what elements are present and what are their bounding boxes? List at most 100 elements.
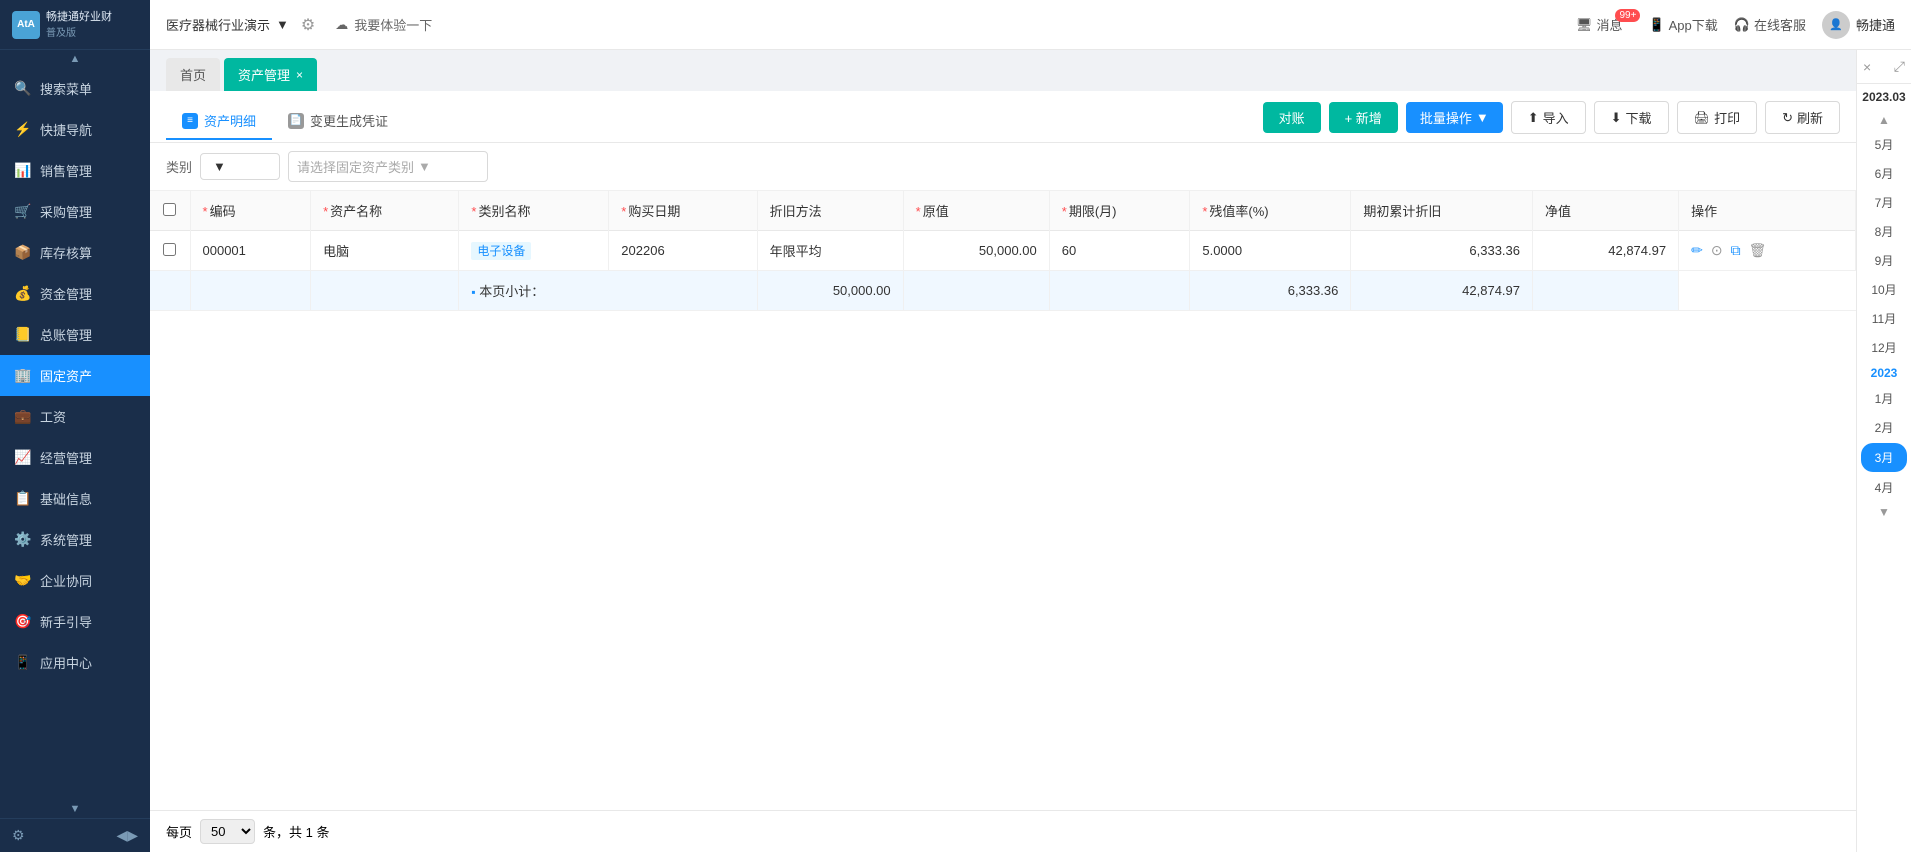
header-depreciation-method: 折旧方法 [757,191,903,231]
sidebar-item-sales[interactable]: 📊 销售管理 [0,150,150,191]
sidebar-item-guide[interactable]: 🎯 新手引导 [0,601,150,642]
topbar: 医疗器械行业演示 ▼ ⚙ ☁ 我要体验一下 🖥 消息 99+ 📱 App下载 🎧… [150,0,1911,50]
subtotal-label: ▪ 本页小计： [459,271,757,311]
settings-icon[interactable]: ⚙ [12,827,25,844]
delete-icon[interactable]: 🗑 [1749,242,1767,259]
month-9[interactable]: 9月 [1857,246,1911,275]
experience-link[interactable]: ☁ 我要体验一下 [335,15,432,34]
subtotal-row: ▪ 本页小计： 50,000.00 6,333.36 42,874.97 [150,271,1856,311]
sidebar-item-appcenter[interactable]: 📱 应用中心 [0,642,150,683]
sidebar-label-funds: 资金管理 [40,284,92,303]
refresh-label: 刷新 [1797,108,1823,127]
sidebar-item-operations[interactable]: 📈 经营管理 [0,437,150,478]
per-page-label: 每页 [166,822,192,841]
sidebar-label-salary: 工资 [40,407,66,426]
tab-close-icon[interactable]: × [296,68,303,82]
edit-icon[interactable]: ✏ [1691,242,1703,259]
pagination: 每页 50 100 200 条，共 1 条 [150,810,1856,852]
sidebar-item-search[interactable]: 🔍 搜索菜单 [0,68,150,109]
purchase-icon: 🛒 [14,203,32,221]
period-down-icon[interactable]: ▼ [1857,502,1911,522]
per-page-select[interactable]: 50 100 200 [200,819,255,844]
sidebar-item-purchase[interactable]: 🛒 采购管理 [0,191,150,232]
user-menu[interactable]: 👤 畅捷通 [1822,11,1895,39]
quicknav-icon: ⚡ [14,121,32,139]
reconcile-button[interactable]: 对账 [1263,102,1321,133]
new-button[interactable]: + 新增 [1329,102,1398,133]
settings-gear-icon[interactable]: ⚙ [301,15,315,35]
month-5[interactable]: 5月 [1857,130,1911,159]
sidebar-scroll-down[interactable]: ▼ [0,800,150,818]
sidebar-item-salary[interactable]: 💼 工资 [0,396,150,437]
right-panel-close-icon[interactable]: × [1863,59,1871,75]
download-label: 下载 [1626,108,1652,127]
month-3-current[interactable]: 3月 [1861,443,1907,472]
download-button[interactable]: ⬇ 下载 [1594,101,1669,134]
header-checkbox-cell [150,191,190,231]
period-up-icon[interactable]: ▲ [1857,110,1911,130]
table-row: 000001 电脑 电子设备 202206 年限平均 50,000.00 60 … [150,231,1856,271]
copy-icon[interactable]: ⊙ [1711,242,1723,259]
sidebar-item-ledger[interactable]: 📒 总账管理 [0,314,150,355]
month-8[interactable]: 8月 [1857,217,1911,246]
cell-net-value: 42,874.97 [1533,231,1679,271]
online-service-button[interactable]: 🎧 在线客服 [1734,15,1806,34]
refresh-button[interactable]: ↻ 刷新 [1765,101,1840,134]
company-selector[interactable]: 医疗器械行业演示 ▼ [166,15,289,34]
sidebar-item-enterprise[interactable]: 🤝 企业协同 [0,560,150,601]
sidebar-label-sales: 销售管理 [40,161,92,180]
company-name: 医疗器械行业演示 [166,15,270,34]
row-checkbox[interactable] [163,243,176,256]
sidebar-item-basicinfo[interactable]: 📋 基础信息 [0,478,150,519]
month-11[interactable]: 11月 [1857,304,1911,333]
month-4[interactable]: 4月 [1857,473,1911,502]
month-1[interactable]: 1月 [1857,384,1911,413]
month-6[interactable]: 6月 [1857,159,1911,188]
sidebar-item-fixedassets[interactable]: 🏢 固定资产 [0,355,150,396]
cell-purchase-date: 202206 [609,231,757,271]
duplicate-icon[interactable]: ⧉ [1731,242,1741,259]
select-all-checkbox[interactable] [163,203,176,216]
messages-button[interactable]: 🖥 消息 99+ [1576,15,1633,34]
filter-input-placeholder: 请选择固定资产类别 [297,157,414,176]
tab-asset-mgmt[interactable]: 资产管理 × [224,58,317,91]
header-period: *期限(月) [1049,191,1190,231]
sub-tab-change-voucher[interactable]: 📄 变更生成凭证 [272,103,404,140]
month-12[interactable]: 12月 [1857,333,1911,362]
tab-home-label: 首页 [180,68,206,83]
month-10[interactable]: 10月 [1857,275,1911,304]
sub-tab-asset-detail[interactable]: ≡ 资产明细 [166,103,272,140]
sidebar-item-inventory[interactable]: 📦 库存核算 [0,232,150,273]
filter-category-select[interactable]: ▼ [200,153,280,180]
fixedassets-icon: 🏢 [14,367,32,385]
month-7[interactable]: 7月 [1857,188,1911,217]
subtotal-accumulated: 6,333.36 [1190,271,1351,311]
print-icon: 🖨 [1694,110,1711,126]
header-accumulated-depreciation: 期初累计折旧 [1351,191,1533,231]
print-label: 打印 [1714,108,1740,127]
sub-tabs: ≡ 资产明细 📄 变更生成凭证 对账 + 新增 [150,91,1856,143]
message-icon: 🖥 [1576,17,1593,33]
print-button[interactable]: 🖨 打印 [1677,101,1758,134]
new-label: + 新增 [1345,108,1382,127]
online-service-label: 在线客服 [1754,15,1806,34]
sidebar-item-quicknav[interactable]: ⚡ 快捷导航 [0,109,150,150]
total-count-label: 条，共 1 条 [263,822,329,841]
sidebar-item-sysmanage[interactable]: ⚙️ 系统管理 [0,519,150,560]
app-download-button[interactable]: 📱 App下载 [1648,15,1717,34]
right-panel-header: × ⤢ [1857,50,1911,84]
sidebar-label-search: 搜索菜单 [40,79,92,98]
collapse-icon[interactable]: ◀▶ [116,827,138,844]
sidebar-label-guide: 新手引导 [40,612,92,631]
import-button[interactable]: ⬆ 导入 [1511,101,1586,134]
sidebar-scroll-up[interactable]: ▲ [0,50,150,68]
tab-home[interactable]: 首页 [166,58,220,91]
sidebar-item-funds[interactable]: 💰 资金管理 [0,273,150,314]
header-code: *编码 [190,191,311,231]
filter-category-input[interactable]: 请选择固定资产类别 ▼ [288,151,488,182]
batch-ops-button[interactable]: 批量操作 ▼ [1406,102,1503,133]
right-panel-expand-icon[interactable]: ⤢ [1894,58,1905,75]
batch-ops-label: 批量操作 [1420,108,1472,127]
right-panel: × ⤢ 2023.03 ▲ 5月 6月 7月 8月 9月 10月 11月 12月… [1856,50,1911,852]
month-2[interactable]: 2月 [1857,413,1911,442]
